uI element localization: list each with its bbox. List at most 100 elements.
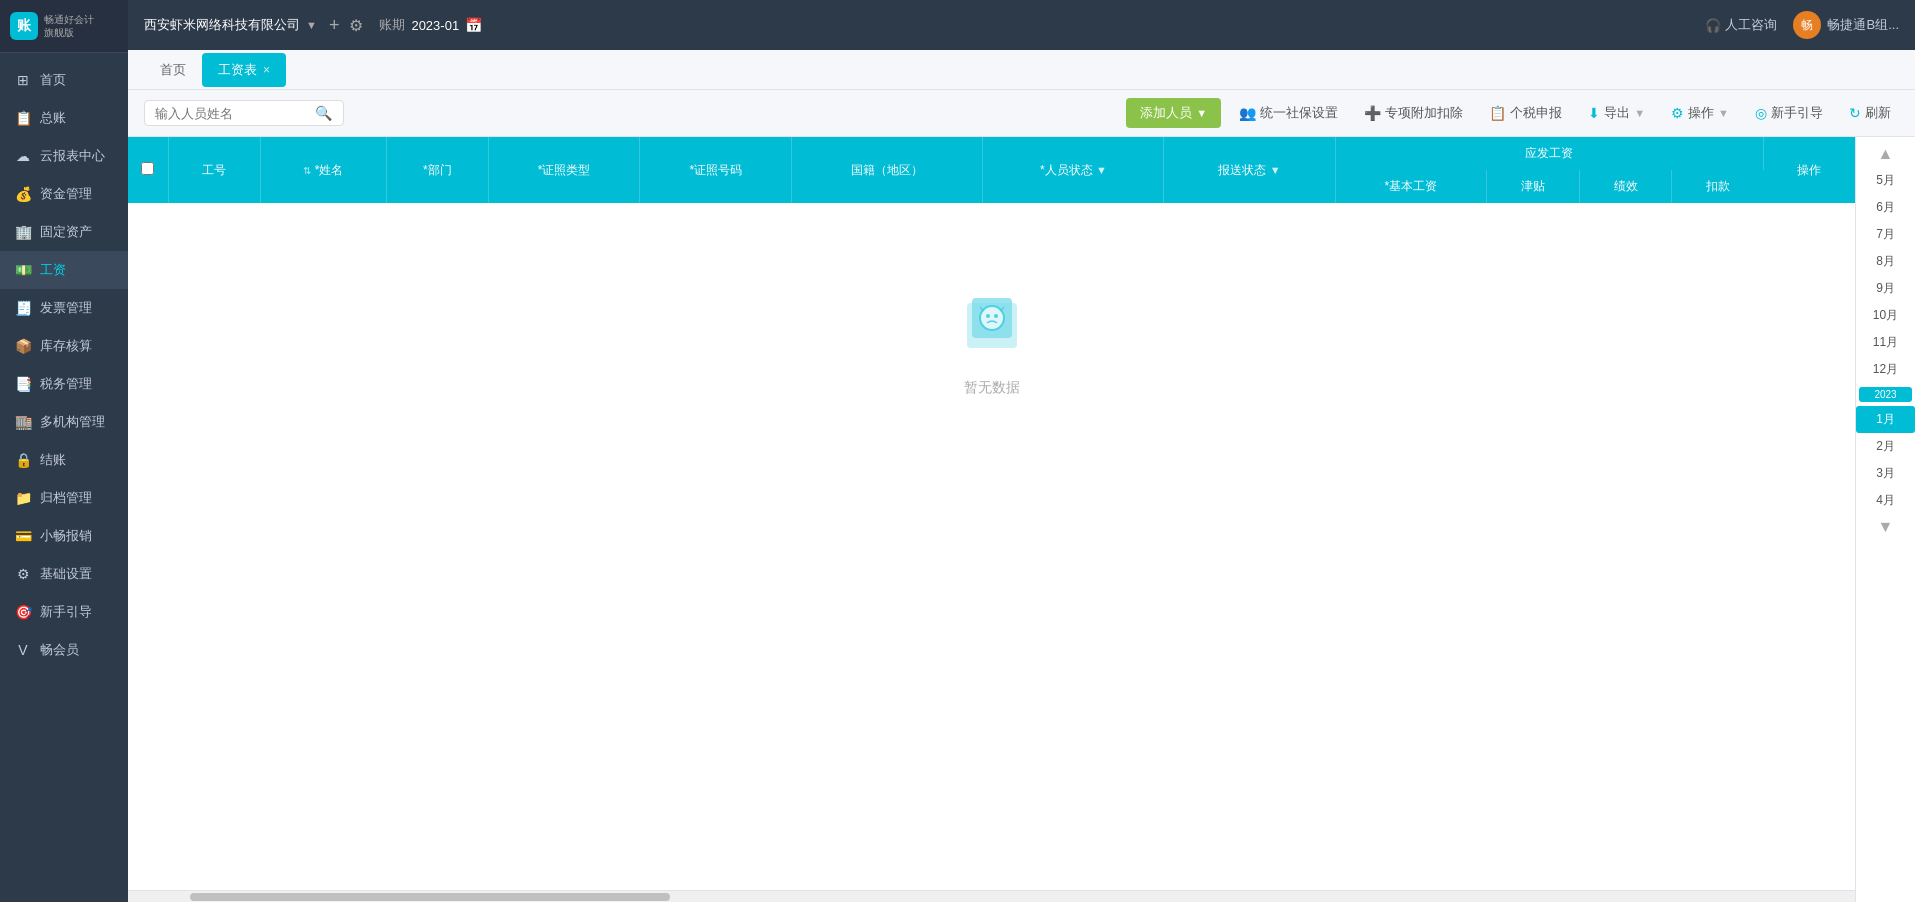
chevron-down-icon: ▼ <box>1196 107 1207 119</box>
fixed-assets-icon: 🏢 <box>14 223 32 241</box>
social-security-button[interactable]: 👥 统一社保设置 <box>1231 100 1346 126</box>
scroll-track[interactable] <box>128 890 1855 902</box>
sidebar-item-inventory[interactable]: 📦 库存核算 <box>0 327 128 365</box>
month-2022-11[interactable]: 11月 <box>1856 329 1915 356</box>
deduction-icon: ➕ <box>1364 105 1381 121</box>
sidebar-item-archive[interactable]: 📁 归档管理 <box>0 479 128 517</box>
close-tab-icon[interactable]: × <box>263 63 270 77</box>
inventory-icon: 📦 <box>14 337 32 355</box>
guide-icon: ◎ <box>1755 105 1767 121</box>
individual-tax-button[interactable]: 📋 个税申报 <box>1481 100 1570 126</box>
add-company-button[interactable]: + <box>329 16 340 34</box>
th-operate: 操作 <box>1763 137 1855 203</box>
fund-icon: 💰 <box>14 185 32 203</box>
sidebar-item-expense[interactable]: 💳 小畅报销 <box>0 517 128 555</box>
sidebar-label-ledger: 总账 <box>40 109 66 127</box>
logo-text: 畅通好会计 旗舰版 <box>44 13 94 39</box>
tab-home-label: 首页 <box>160 61 186 79</box>
month-2022-06[interactable]: 6月 <box>1856 194 1915 221</box>
period-label: 账期 <box>379 16 405 34</box>
tab-home[interactable]: 首页 <box>144 53 202 87</box>
social-security-icon: 👥 <box>1239 105 1256 121</box>
expense-icon: 💳 <box>14 527 32 545</box>
sidebar-item-cloud-report[interactable]: ☁ 云报表中心 <box>0 137 128 175</box>
sidebar-label-member: 畅会员 <box>40 641 79 659</box>
sidebar-item-member[interactable]: V 畅会员 <box>0 631 128 669</box>
logo-icon: 账 <box>10 12 38 40</box>
month-2023-01[interactable]: 1月 <box>1856 406 1915 433</box>
avatar: 畅 <box>1793 11 1821 39</box>
sidebar-label-expense: 小畅报销 <box>40 527 92 545</box>
sidebar-nav: ⊞ 首页 📋 总账 ☁ 云报表中心 💰 资金管理 🏢 固定资产 💵 工资 🧾 发… <box>0 53 128 902</box>
month-2022-09[interactable]: 9月 <box>1856 275 1915 302</box>
sidebar-item-ledger[interactable]: 📋 总账 <box>0 99 128 137</box>
month-2023-02[interactable]: 2月 <box>1856 433 1915 460</box>
member-icon: V <box>14 641 32 659</box>
operate-label: 操作 <box>1688 104 1714 122</box>
deduction-button[interactable]: ➕ 专项附加扣除 <box>1356 100 1471 126</box>
headset-icon: 🎧 <box>1705 18 1721 33</box>
scroll-down-icon[interactable]: ▼ <box>1874 514 1898 540</box>
guide-button[interactable]: ◎ 新手引导 <box>1747 100 1831 126</box>
toolbar-actions: 添加人员 ▼ 👥 统一社保设置 ➕ 专项附加扣除 📋 个税申报 ⬇ 导出 ▼ ⚙ <box>1126 98 1899 128</box>
cloud-report-icon: ☁ <box>14 147 32 165</box>
month-2023-03[interactable]: 3月 <box>1856 460 1915 487</box>
period-value: 2023-01 <box>411 18 459 33</box>
th-id-no: *证照号码 <box>640 137 792 203</box>
sidebar-item-guide[interactable]: 🎯 新手引导 <box>0 593 128 631</box>
sidebar-item-fund[interactable]: 💰 资金管理 <box>0 175 128 213</box>
search-icon[interactable]: 🔍 <box>315 105 332 121</box>
scroll-up-icon[interactable]: ▲ <box>1874 141 1898 167</box>
sidebar-label-fixed-assets: 固定资产 <box>40 223 92 241</box>
th-performance: 绩效 <box>1579 170 1672 203</box>
month-2022-12[interactable]: 12月 <box>1856 356 1915 383</box>
deduction-label: 专项附加扣除 <box>1385 104 1463 122</box>
add-person-label: 添加人员 <box>1140 104 1192 122</box>
main-content: 西安虾米网络科技有限公司 ▼ + ⚙ 账期 2023-01 📅 🎧 人工咨询 畅… <box>128 0 1915 902</box>
user-info[interactable]: 畅 畅捷通B组... <box>1793 11 1899 39</box>
svg-point-4 <box>994 314 998 318</box>
th-employee-no: 工号 <box>168 137 261 203</box>
month-2023-04[interactable]: 4月 <box>1856 487 1915 514</box>
th-salary-group: 应发工资 <box>1335 137 1763 170</box>
checkbox-all[interactable] <box>141 162 154 175</box>
sidebar-item-tax[interactable]: 📑 税务管理 <box>0 365 128 403</box>
company-selector[interactable]: 西安虾米网络科技有限公司 ▼ <box>144 16 317 34</box>
sidebar-label-inventory: 库存核算 <box>40 337 92 355</box>
refresh-button[interactable]: ↻ 刷新 <box>1841 100 1899 126</box>
th-dept: *部门 <box>386 137 488 203</box>
empty-state: 暂无数据 <box>128 203 1855 477</box>
month-2022-10[interactable]: 10月 <box>1856 302 1915 329</box>
sidebar-item-salary[interactable]: 💵 工资 <box>0 251 128 289</box>
logo-subtitle: 旗舰版 <box>44 26 94 39</box>
search-input[interactable] <box>155 106 315 121</box>
calendar-icon[interactable]: 📅 <box>465 17 482 33</box>
operate-button[interactable]: ⚙ 操作 ▼ <box>1663 100 1737 126</box>
sidebar-item-home[interactable]: ⊞ 首页 <box>0 61 128 99</box>
export-button[interactable]: ⬇ 导出 ▼ <box>1580 100 1653 126</box>
sidebar-item-invoice[interactable]: 🧾 发票管理 <box>0 289 128 327</box>
sidebar-item-multi-org[interactable]: 🏬 多机构管理 <box>0 403 128 441</box>
period-selector[interactable]: 账期 2023-01 📅 <box>379 16 482 34</box>
tab-salary-table[interactable]: 工资表 × <box>202 53 286 87</box>
month-2022-05[interactable]: 5月 <box>1856 167 1915 194</box>
tab-salary-label: 工资表 <box>218 61 257 79</box>
sidebar-item-close[interactable]: 🔒 结账 <box>0 441 128 479</box>
settings-icon[interactable]: ⚙ <box>349 16 363 35</box>
tax-icon: 📑 <box>14 375 32 393</box>
close-icon: 🔒 <box>14 451 32 469</box>
month-2022-07[interactable]: 7月 <box>1856 221 1915 248</box>
scroll-thumb[interactable] <box>190 893 670 901</box>
support-button[interactable]: 🎧 人工咨询 <box>1705 16 1777 34</box>
select-all-checkbox[interactable] <box>128 137 168 203</box>
add-person-button[interactable]: 添加人员 ▼ <box>1126 98 1221 128</box>
month-2022-08[interactable]: 8月 <box>1856 248 1915 275</box>
tabbar: 首页 工资表 × <box>128 50 1915 90</box>
th-report-status: 报送状态 ▼ <box>1164 137 1335 203</box>
sidebar-item-settings[interactable]: ⚙ 基础设置 <box>0 555 128 593</box>
individual-tax-icon: 📋 <box>1489 105 1506 121</box>
th-name: ⇅ *姓名 <box>261 137 387 203</box>
refresh-icon: ↻ <box>1849 105 1861 121</box>
sidebar-item-fixed-assets[interactable]: 🏢 固定资产 <box>0 213 128 251</box>
operate-icon: ⚙ <box>1671 105 1684 121</box>
